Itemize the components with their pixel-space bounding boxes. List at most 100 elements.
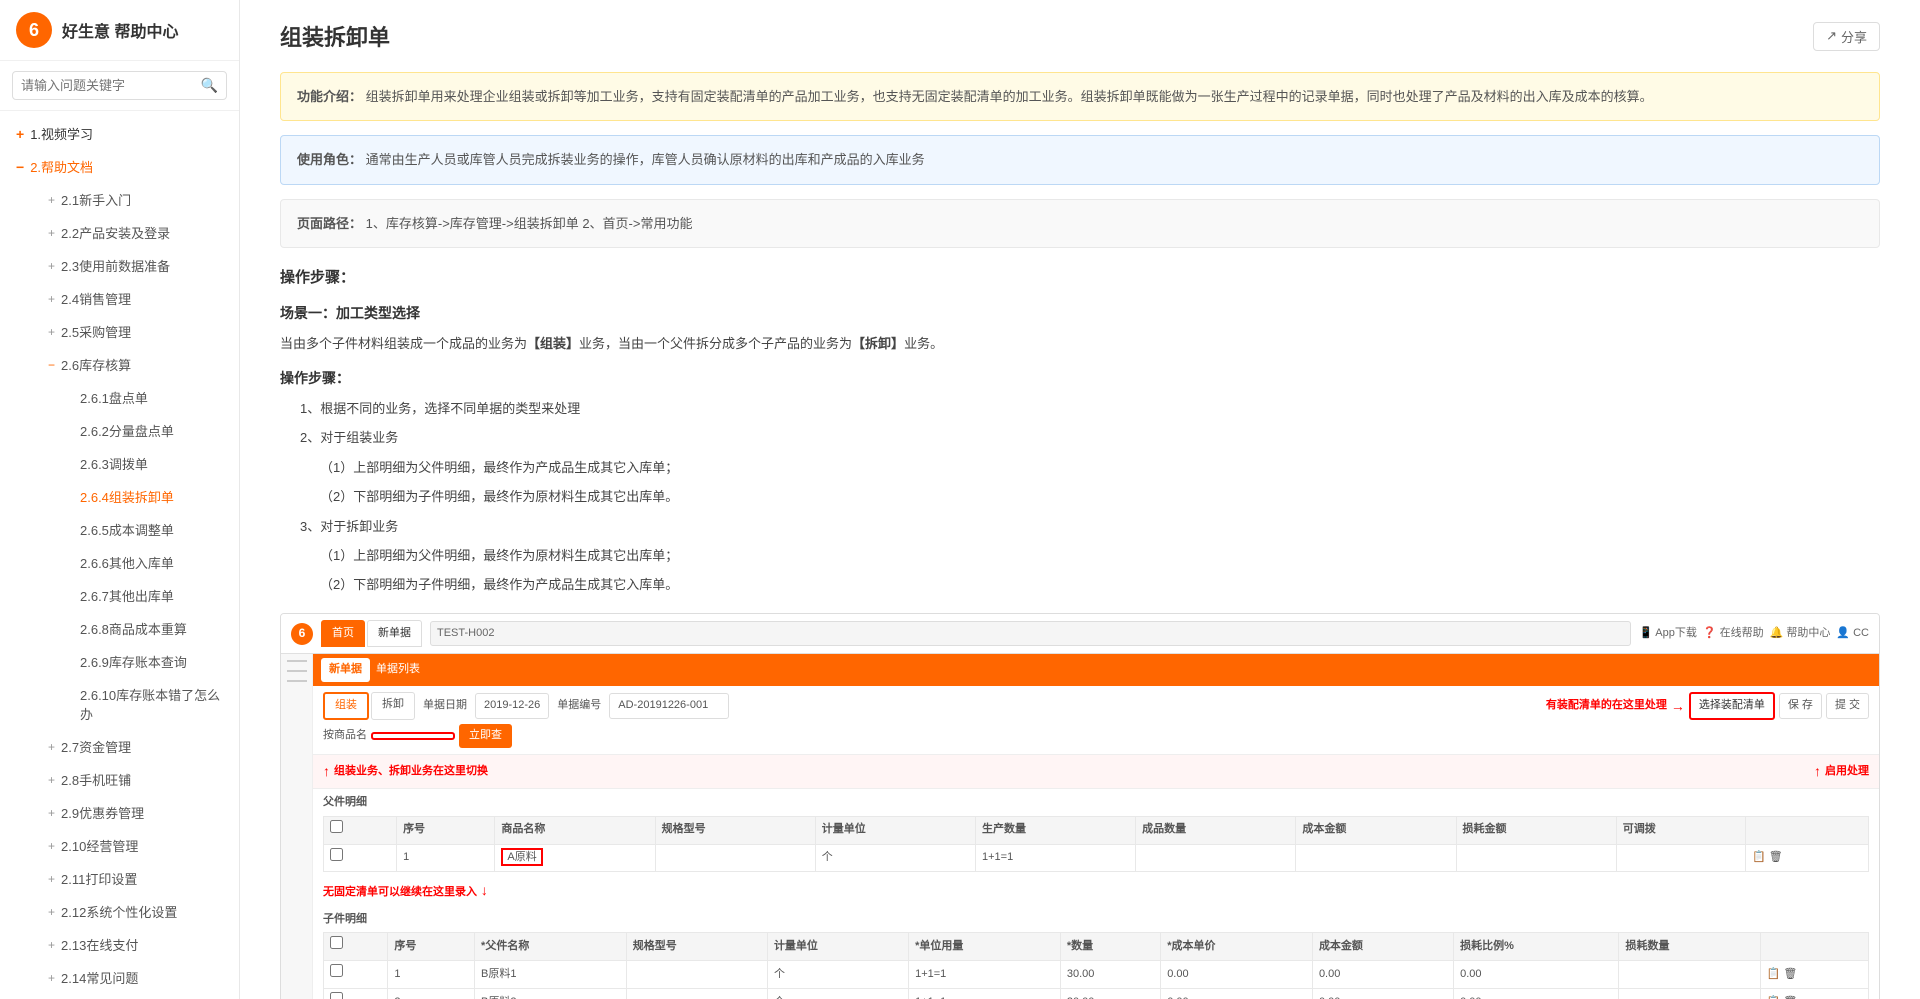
sim-type-btn-assemble[interactable]: 组装 [323, 692, 369, 720]
sidebar-item-2-6-6[interactable]: 2.6.6其他入库单 [64, 546, 239, 579]
sidebar-item-2-6-3[interactable]: 2.6.3调拨单 [64, 447, 239, 480]
anno1-text: 有装配清单的在这里处理 [1546, 696, 1667, 716]
sidebar-item-2-6-1[interactable]: 2.6.1盘点单 [64, 381, 239, 414]
search-icon: 🔍 [201, 77, 218, 94]
sim-doc-tab-new[interactable]: 新单据 [321, 658, 370, 682]
sidebar-label: 2.4销售管理 [61, 289, 131, 308]
arrow-down-icon: ↓ [481, 882, 488, 898]
sim-confirm-btn[interactable]: 选择装配清单 [1689, 692, 1775, 720]
sidebar-item-2-4[interactable]: + 2.4销售管理 [32, 282, 239, 315]
expand-icon: + [16, 126, 24, 142]
sidebar-item-2-14[interactable]: + 2.14常见问题 [32, 961, 239, 994]
row-copy-icon[interactable]: 📋 [1752, 851, 1766, 863]
row-select3[interactable] [330, 992, 343, 999]
sidebar-item-2-6[interactable]: − 2.6库存核算 [32, 348, 239, 381]
sim-save-btn[interactable]: 保 存 [1779, 693, 1822, 719]
sidebar-item-video[interactable]: + 1.视频学习 [0, 117, 239, 150]
sim-doc-content: 新单据 单据列表 组装 拆卸 单据日期 2019-12-2 [313, 654, 1879, 999]
sidebar-label: 2.5采购管理 [61, 322, 131, 341]
sim-type-btn-disassemble[interactable]: 拆卸 [371, 692, 415, 720]
main-header: 组装拆卸单 ↗ 分享 [240, 0, 1920, 62]
expand-icon: + [48, 938, 55, 952]
sidebar-item-2-13[interactable]: + 2.13在线支付 [32, 928, 239, 961]
sidebar-label: 2.6库存核算 [61, 355, 131, 374]
sidebar-item-2-3[interactable]: + 2.3使用前数据准备 [32, 249, 239, 282]
sidebar-item-2-6-2[interactable]: 2.6.2分量盘点单 [64, 414, 239, 447]
row-avail [1616, 844, 1745, 872]
sidebar-label: 2.1新手入门 [61, 190, 131, 209]
row-delete-icon2[interactable]: 🗑 [1783, 968, 1797, 980]
row-delete-icon[interactable]: 🗑 [1769, 851, 1783, 863]
steps-section-label: 操作步骤： [280, 264, 1880, 291]
search-box[interactable]: 🔍 [12, 71, 227, 100]
sim-action-user: 👤 CC [1836, 624, 1869, 644]
row-select2[interactable] [330, 964, 343, 977]
func-intro-text: 组装拆卸单用来处理企业组装或拆卸等加工业务，支持有固定装配清单的产品加工业务，也… [366, 89, 1653, 104]
collapse-icon: − [16, 159, 24, 175]
logo-area: 6 好生意 帮助中心 [0, 0, 239, 61]
row-ops: 📋 🗑 [1746, 844, 1869, 872]
sidebar-item-2-12[interactable]: + 2.12系统个性化设置 [32, 895, 239, 928]
arrow-up-icon2: ↑ [1814, 759, 1821, 784]
sidebar-item-2-8[interactable]: + 2.8手机旺铺 [32, 763, 239, 796]
sidebar-item-2-2[interactable]: + 2.2产品安装及登录 [32, 216, 239, 249]
sidebar-item-2-5[interactable]: + 2.5采购管理 [32, 315, 239, 348]
sidebar-item-2-6-10[interactable]: 2.6.10库存账本错了怎么办 [64, 678, 239, 730]
select-all-checkbox[interactable] [330, 820, 343, 833]
sim-submit-btn[interactable]: 提 交 [1826, 693, 1869, 719]
col-total-cost: 损耗金额 [1456, 816, 1616, 844]
sidebar-item-2-1[interactable]: + 2.1新手入门 [32, 183, 239, 216]
sidebar-item-2-6-4[interactable]: 2.6.4组装拆卸单 [64, 480, 239, 513]
col-spec: 规格型号 [655, 816, 815, 844]
col-sub-actual2: *成本单价 [1161, 933, 1313, 961]
row-select-checkbox[interactable] [330, 848, 343, 861]
expand-icon: + [48, 325, 55, 339]
sidebar-item-2-10[interactable]: + 2.10经营管理 [32, 829, 239, 862]
sim-tab-new[interactable]: 新单据 [367, 620, 422, 648]
sim-date-input[interactable]: 2019-12-26 [475, 693, 549, 719]
role-text: 通常由生产人员或库管人员完成拆装业务的操作，库管人员确认原材料的出库和产成品的入… [366, 152, 925, 167]
sim-strip-icon2 [287, 670, 307, 672]
table-row: 2 B原料2 个 1+1=1 30.00 0.00 0.00 0.00 [324, 989, 1869, 999]
sim-title-text: TEST-H002 [437, 627, 494, 639]
sidebar-item-2-6-8[interactable]: 2.6.8商品成本重算 [64, 612, 239, 645]
sidebar-label: 2.13在线支付 [61, 935, 138, 954]
sidebar-label: 2.6.6其他入库单 [80, 553, 174, 572]
sidebar-item-2-7[interactable]: + 2.7资金管理 [32, 730, 239, 763]
row-copy-icon3[interactable]: 📋 [1767, 996, 1781, 999]
sidebar-label: 2.6.4组装拆卸单 [80, 487, 174, 506]
col-goods2: *父件名称 [475, 933, 627, 961]
anno3-text: 组装业务、拆卸业务在这里切换 [334, 762, 488, 782]
sidebar-item-2-6-7[interactable]: 2.6.7其他出库单 [64, 579, 239, 612]
sim-no-input[interactable]: AD-20191226-001 [609, 693, 729, 719]
expand-icon: + [48, 872, 55, 886]
select-all-checkbox2[interactable] [330, 936, 343, 949]
expand-icon: + [48, 773, 55, 787]
row-copy-icon2[interactable]: 📋 [1767, 968, 1781, 980]
sim-search-btn[interactable]: 立即查 [459, 724, 512, 748]
expand-icon: + [48, 905, 55, 919]
sidebar-item-2-6-9[interactable]: 2.6.9库存账本查询 [64, 645, 239, 678]
row-cost [1296, 844, 1456, 872]
func-intro-block: 功能介绍： 组装拆卸单用来处理企业组装或拆卸等加工业务，支持有固定装配清单的产品… [280, 72, 1880, 121]
sim-doc-tab-list[interactable]: 单据列表 [376, 660, 420, 680]
step3-2-text: （2）下部明细为子件明细，最终作为产成品生成其它入库单。 [280, 573, 1880, 596]
sidebar-item-2-11[interactable]: + 2.11打印设置 [32, 862, 239, 895]
share-button[interactable]: ↗ 分享 [1813, 22, 1880, 51]
nav-sub-docs: + 2.1新手入门 + 2.2产品安装及登录 + 2.3使用前数据准备 + 2.… [0, 183, 239, 999]
sidebar-item-2-9[interactable]: + 2.9优惠券管理 [32, 796, 239, 829]
sim-annotation-area2: 按商品名 立即查 [323, 724, 1869, 748]
sidebar-item-2-15[interactable]: + 2.15操作案例 [32, 994, 239, 999]
sim-anno5-area: 无固定清单可以继续在这里录入 ↓ [313, 876, 1879, 905]
col-sub-total2: 损耗比例% [1454, 933, 1619, 961]
sidebar-item-2-6-5[interactable]: 2.6.5成本调整单 [64, 513, 239, 546]
sim-search-input[interactable] [371, 732, 455, 740]
anno4-text: 启用处理 [1825, 762, 1869, 782]
sim-tab-home[interactable]: 首页 [321, 620, 365, 648]
row-delete-icon3[interactable]: 🗑 [1783, 996, 1797, 999]
search-input[interactable] [21, 78, 201, 93]
scenario-title: 场景一：加工类型选择 [280, 305, 420, 321]
sidebar-item-docs[interactable]: − 2.帮助文档 [0, 150, 239, 183]
step2-1-text: （1）上部明细为父件明细，最终作为产成品生成其它入库单； [280, 456, 1880, 479]
col-ops [1746, 816, 1869, 844]
